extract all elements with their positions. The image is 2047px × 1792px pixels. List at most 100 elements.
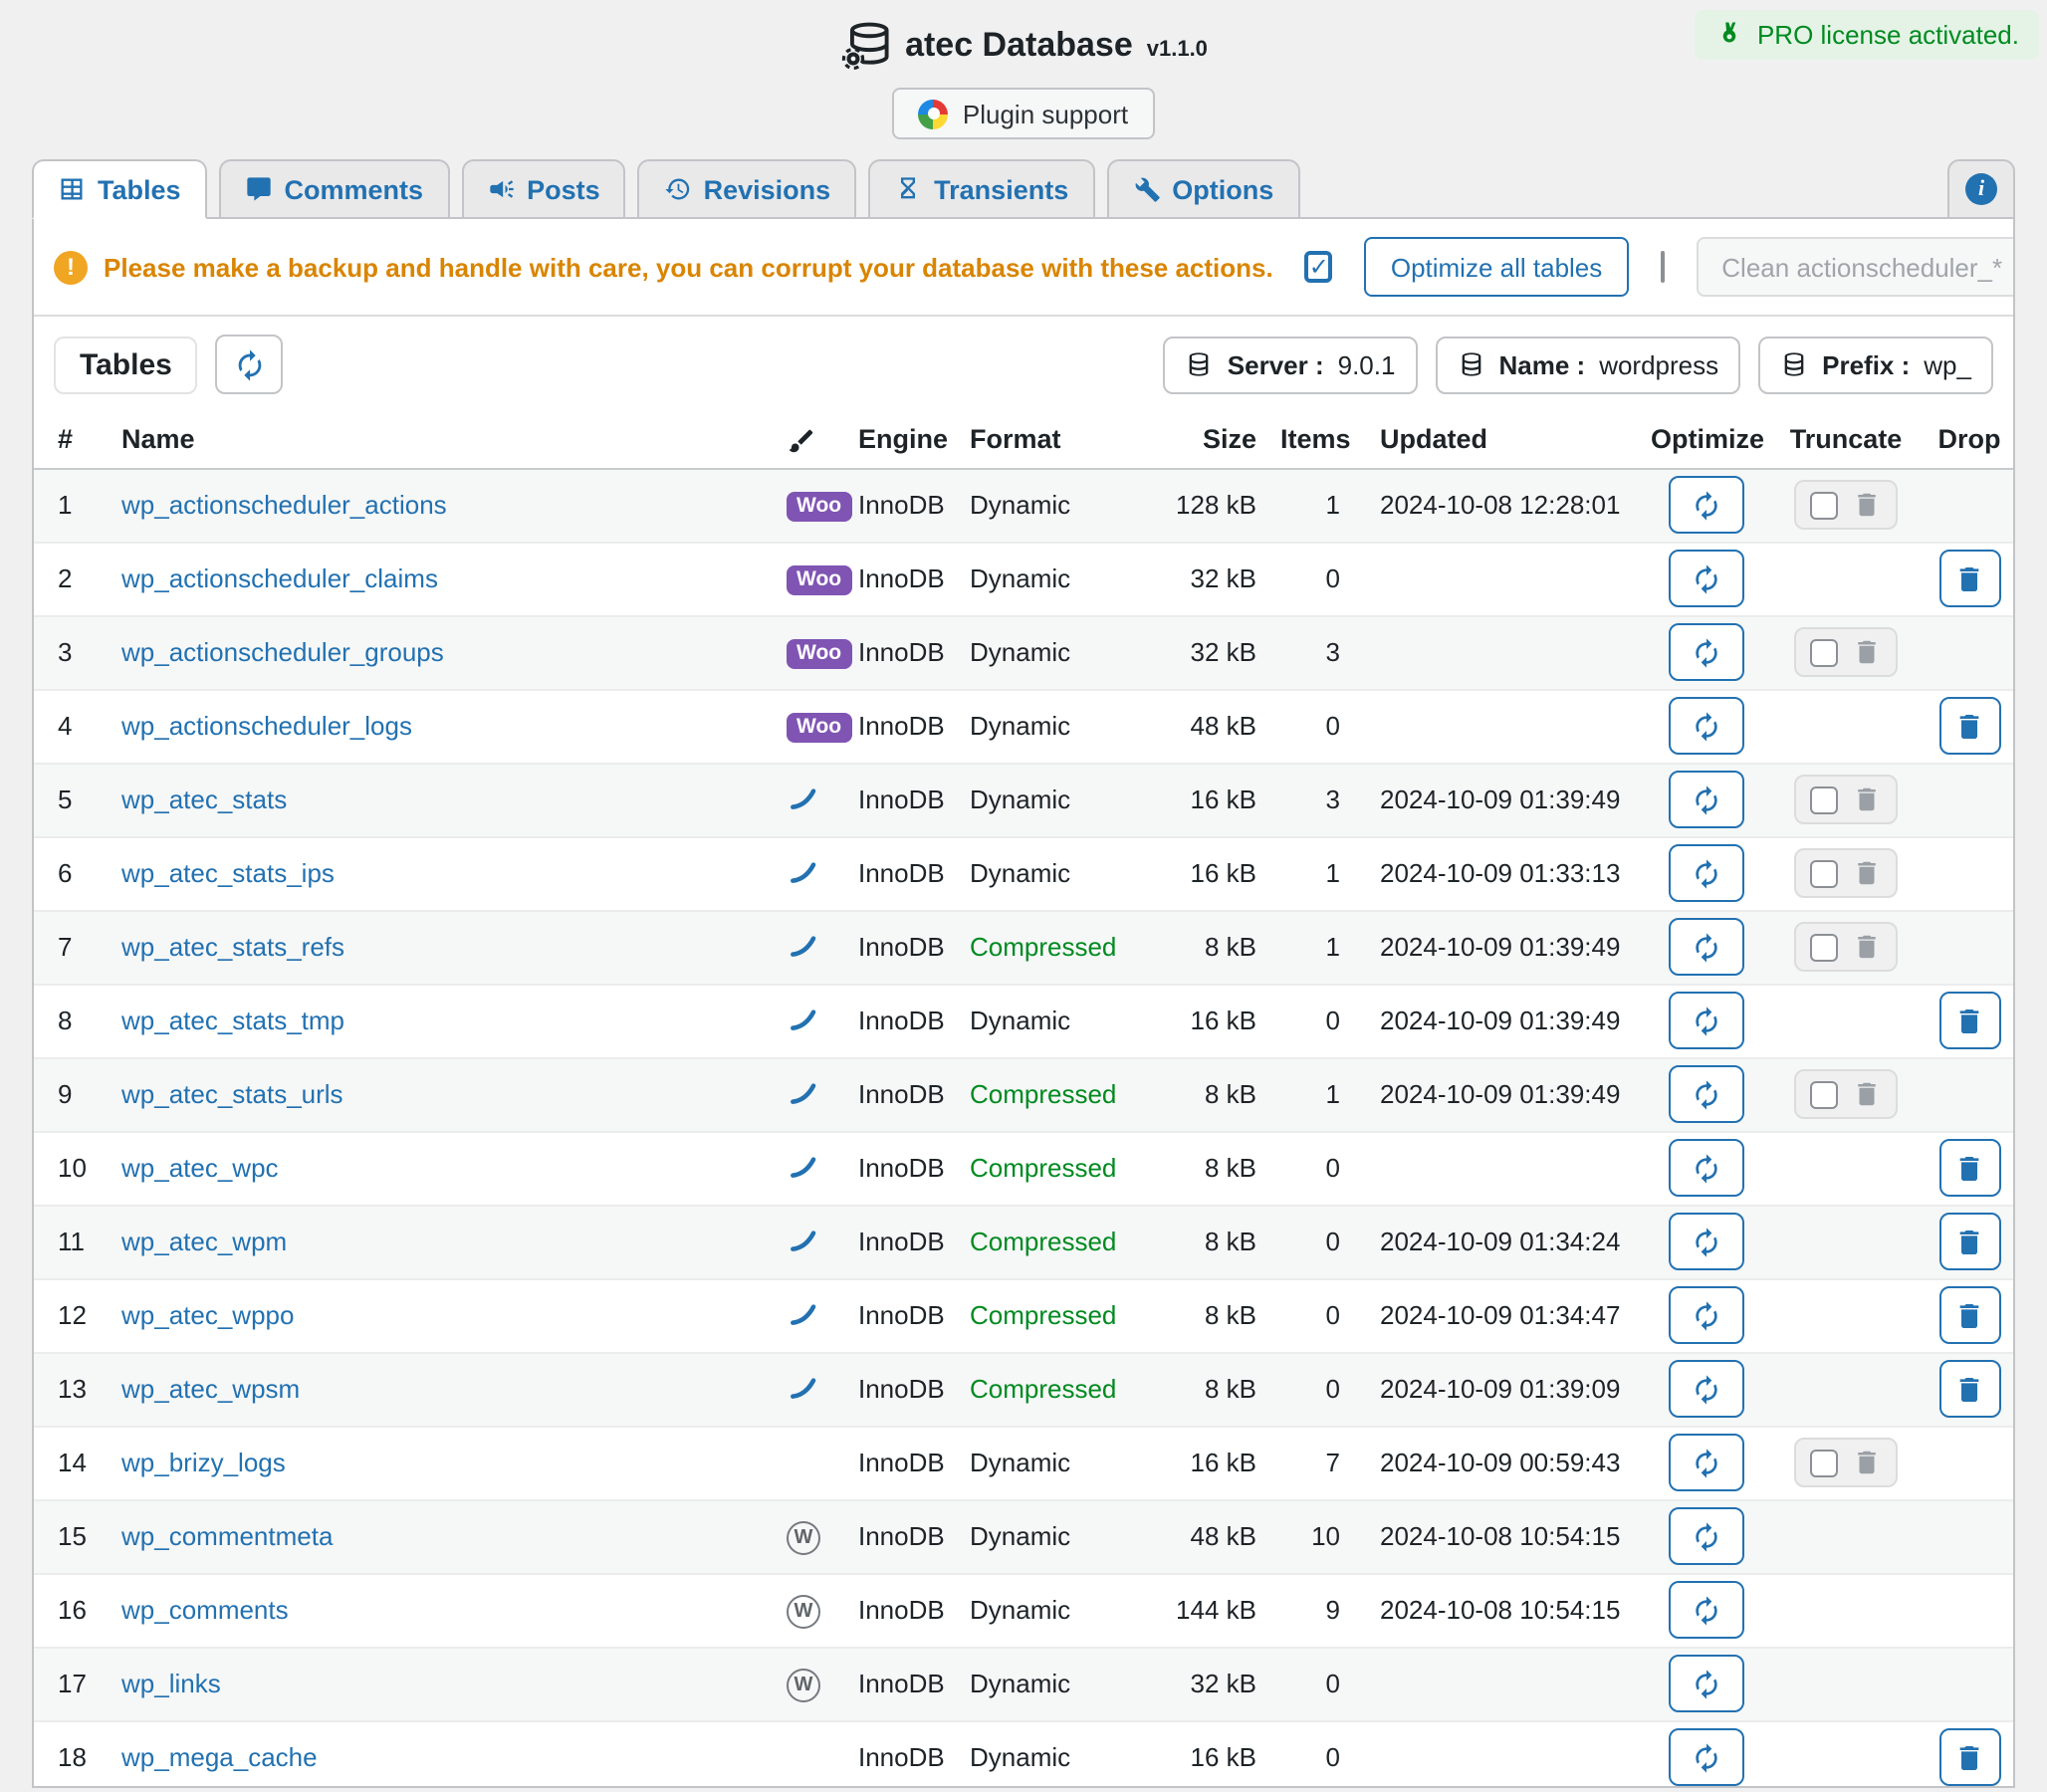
truncate-checkbox[interactable]: [1810, 639, 1838, 667]
optimize-button[interactable]: [1669, 993, 1744, 1050]
optimize-all-tables-button[interactable]: Optimize all tables: [1365, 237, 1628, 297]
truncate-checkbox[interactable]: [1810, 860, 1838, 888]
truncate-cell: [1770, 911, 1922, 985]
tab-revisions[interactable]: Revisions: [638, 159, 857, 219]
size-cell: 32 kB: [1149, 616, 1272, 690]
optimize-button[interactable]: [1669, 919, 1744, 977]
atec-stats-icon: [787, 1374, 824, 1406]
optimize-button[interactable]: [1669, 1066, 1744, 1124]
table-name-link[interactable]: wp_comments: [121, 1596, 289, 1626]
truncate-checkbox[interactable]: [1810, 1081, 1838, 1109]
source-icon-cell: W: [779, 1574, 850, 1648]
optimize-button[interactable]: [1669, 698, 1744, 756]
optimize-button[interactable]: [1669, 477, 1744, 535]
truncate-checkbox[interactable]: [1810, 934, 1838, 962]
optimize-button[interactable]: [1669, 1140, 1744, 1198]
truncate-trash-button[interactable]: [1852, 859, 1882, 889]
table-name-link[interactable]: wp_actionscheduler_actions: [121, 491, 447, 521]
table-name-link[interactable]: wp_mega_cache: [121, 1743, 318, 1773]
refresh-icon: [1691, 711, 1722, 743]
table-name-link[interactable]: wp_atec_wpc: [121, 1154, 279, 1184]
drop-button[interactable]: [1938, 1214, 2000, 1271]
revisions-icon: [664, 175, 692, 203]
table-name-link[interactable]: wp_actionscheduler_claims: [121, 564, 438, 594]
truncate-trash-button[interactable]: [1852, 491, 1882, 521]
source-icon-cell: [779, 1132, 850, 1206]
atec-stats-icon: [787, 1300, 824, 1332]
updated-cell: [1364, 690, 1643, 764]
refresh-icon: [1691, 1669, 1722, 1700]
drop-cell: [1922, 1058, 2015, 1132]
optimize-button[interactable]: [1669, 551, 1744, 608]
engine-cell: InnoDB: [850, 1206, 962, 1279]
optimize-button[interactable]: [1669, 1508, 1744, 1566]
tab-transients[interactable]: Transients: [868, 159, 1094, 219]
tab-tables[interactable]: Tables: [32, 159, 207, 219]
table-name-link[interactable]: wp_brizy_logs: [121, 1449, 286, 1478]
clean-actionscheduler-button[interactable]: Clean actionscheduler_*: [1696, 237, 2015, 297]
truncate-checkbox[interactable]: [1810, 492, 1838, 520]
table-name-link[interactable]: wp_actionscheduler_logs: [121, 712, 412, 742]
table-row: 4 wp_actionscheduler_logs Woo InnoDB Dyn…: [34, 690, 2015, 764]
truncate-trash-button[interactable]: [1852, 933, 1882, 963]
truncate-trash-button[interactable]: [1852, 785, 1882, 815]
optimize-all-checkbox[interactable]: [1305, 251, 1333, 283]
optimize-button[interactable]: [1669, 624, 1744, 682]
table-name-link[interactable]: wp_atec_wppo: [121, 1301, 294, 1331]
optimize-button[interactable]: [1669, 1287, 1744, 1345]
items-cell: 0: [1272, 1279, 1364, 1353]
trash-icon: [1852, 933, 1882, 963]
prefix-badge: Prefix : wp_: [1758, 336, 1993, 393]
items-cell: 3: [1272, 616, 1364, 690]
trash-icon: [1852, 785, 1882, 815]
table-name-link[interactable]: wp_atec_stats: [121, 785, 287, 815]
table-name-link[interactable]: wp_atec_stats_ips: [121, 859, 335, 889]
optimize-button[interactable]: [1669, 1729, 1744, 1787]
server-label: Server :: [1228, 349, 1324, 379]
tab-comments[interactable]: Comments: [219, 159, 450, 219]
refresh-icon: [233, 347, 267, 381]
license-text: PRO license activated.: [1757, 20, 2019, 50]
table-name-link[interactable]: wp_atec_stats_refs: [121, 933, 344, 963]
drop-button[interactable]: [1938, 698, 2000, 756]
optimize-button[interactable]: [1669, 1214, 1744, 1271]
size-cell: 128 kB: [1149, 469, 1272, 543]
optimize-button[interactable]: [1669, 1656, 1744, 1713]
optimize-button[interactable]: [1669, 1435, 1744, 1492]
optimize-button[interactable]: [1669, 1361, 1744, 1419]
drop-button[interactable]: [1938, 1140, 2000, 1198]
source-icon-cell: [779, 764, 850, 837]
refresh-tables-button[interactable]: [216, 335, 284, 394]
table-name-link[interactable]: wp_actionscheduler_groups: [121, 638, 444, 668]
col-truncate: Truncate: [1770, 412, 1922, 469]
optimize-button[interactable]: [1669, 1582, 1744, 1640]
drop-button[interactable]: [1938, 993, 2000, 1050]
truncate-cell: [1770, 985, 1922, 1058]
tab-posts[interactable]: Posts: [461, 159, 626, 219]
table-name-link[interactable]: wp_atec_stats_urls: [121, 1080, 343, 1110]
optimize-button[interactable]: [1669, 772, 1744, 829]
drop-button[interactable]: [1938, 1361, 2000, 1419]
drop-cell: [1922, 985, 2015, 1058]
table-name-link[interactable]: wp_atec_stats_tmp: [121, 1007, 344, 1036]
drop-button[interactable]: [1938, 1287, 2000, 1345]
woocommerce-icon: Woo: [787, 492, 851, 523]
table-name-link[interactable]: wp_commentmeta: [121, 1522, 333, 1552]
truncate-trash-button[interactable]: [1852, 638, 1882, 668]
truncate-trash-button[interactable]: [1852, 1449, 1882, 1478]
truncate-checkbox[interactable]: [1810, 786, 1838, 814]
clean-actionscheduler-checkbox[interactable]: [1660, 251, 1664, 283]
table-name-link[interactable]: wp_atec_wpm: [121, 1228, 287, 1257]
plugin-support-button[interactable]: Plugin support: [893, 88, 1154, 139]
drop-button[interactable]: [1938, 551, 2000, 608]
optimize-button[interactable]: [1669, 845, 1744, 903]
truncate-checkbox[interactable]: [1810, 1450, 1838, 1477]
table-name-link[interactable]: wp_links: [121, 1670, 221, 1699]
table-row: 5 wp_atec_stats InnoDB Dynamic 16 kB 3 2…: [34, 764, 2015, 837]
table-name-link[interactable]: wp_atec_wpsm: [121, 1375, 300, 1405]
truncate-trash-button[interactable]: [1852, 1080, 1882, 1110]
info-button[interactable]: [1947, 159, 2015, 219]
drop-button[interactable]: [1938, 1729, 2000, 1787]
tab-options[interactable]: Options: [1106, 159, 1299, 219]
size-cell: 16 kB: [1149, 1427, 1272, 1500]
